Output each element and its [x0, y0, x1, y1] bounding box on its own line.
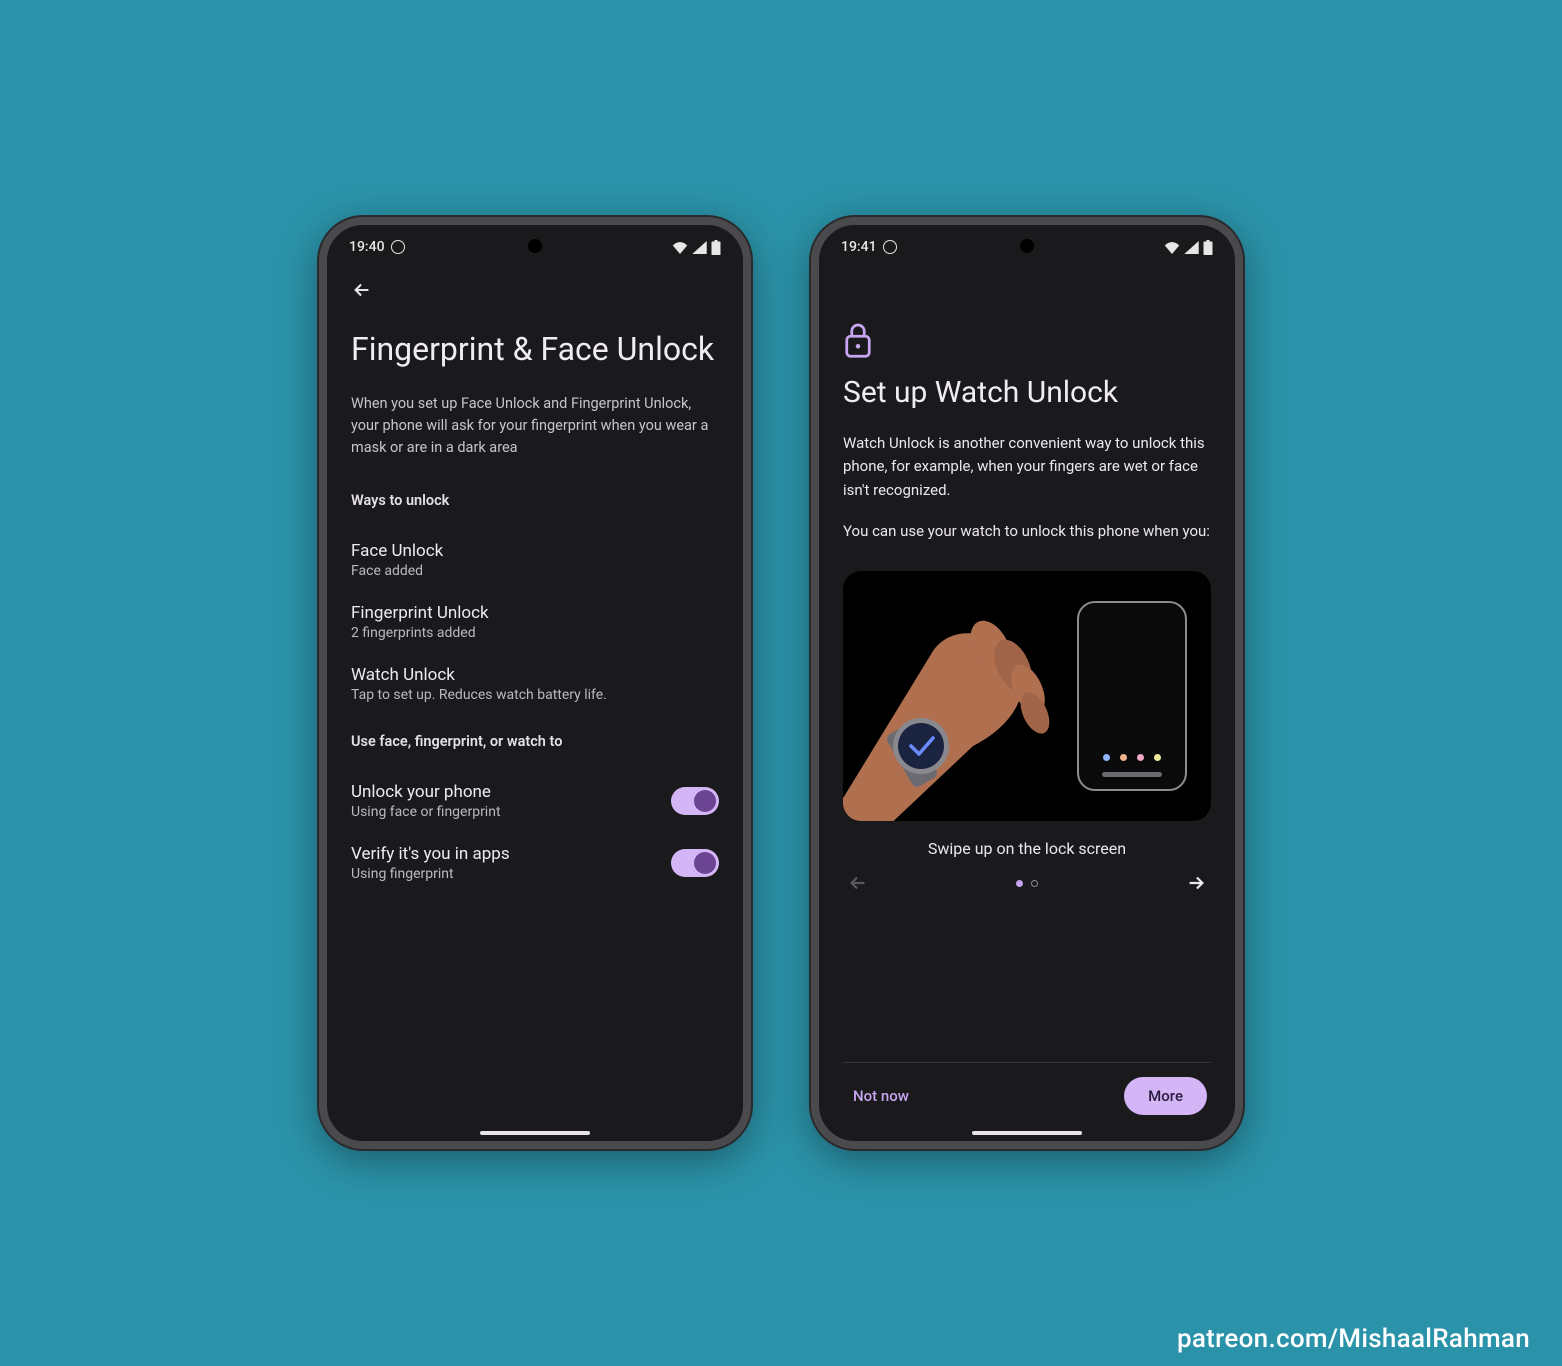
body-paragraph-1: Watch Unlock is another convenient way t… — [843, 432, 1211, 502]
toggle-unlock-phone[interactable] — [671, 787, 719, 815]
pager — [843, 872, 1211, 894]
status-time: 19:41 — [841, 239, 877, 255]
row-sublabel: Using face or fingerprint — [351, 804, 501, 820]
arrow-next-icon[interactable] — [1185, 872, 1207, 894]
illustration-watch-unlock — [843, 571, 1211, 821]
pager-dots — [1016, 880, 1038, 887]
row-fingerprint-unlock[interactable]: Fingerprint Unlock 2 fingerprints added — [351, 591, 719, 653]
camera-notch — [1020, 239, 1034, 253]
pager-dot — [1031, 880, 1038, 887]
illustration-caption: Swipe up on the lock screen — [843, 839, 1211, 858]
more-button[interactable]: More — [1124, 1077, 1207, 1115]
body-paragraph-2: You can use your watch to unlock this ph… — [843, 520, 1211, 543]
row-sublabel: Tap to set up. Reduces watch battery lif… — [351, 687, 607, 703]
not-now-button[interactable]: Not now — [847, 1077, 915, 1115]
lock-icon — [843, 321, 873, 359]
row-sublabel: 2 fingerprints added — [351, 625, 489, 641]
row-label: Fingerprint Unlock — [351, 603, 489, 623]
illustration-phone — [1077, 601, 1187, 791]
battery-icon — [711, 240, 721, 255]
phone-left: 19:40 Fingerprint & Face Unlock When you… — [319, 217, 751, 1149]
notification-icon — [391, 240, 405, 254]
section-use-to: Use face, fingerprint, or watch to — [351, 733, 719, 750]
row-label: Unlock your phone — [351, 782, 501, 802]
notification-icon — [883, 240, 897, 254]
row-sublabel: Using fingerprint — [351, 866, 510, 882]
wifi-icon — [1164, 241, 1180, 254]
row-unlock-your-phone[interactable]: Unlock your phone Using face or fingerpr… — [351, 770, 719, 832]
page-subtitle: When you set up Face Unlock and Fingerpr… — [351, 393, 719, 458]
arrow-prev-icon[interactable] — [847, 872, 869, 894]
battery-icon — [1203, 240, 1213, 255]
page-title: Fingerprint & Face Unlock — [351, 329, 719, 369]
nav-bar-indicator — [480, 1131, 590, 1135]
status-time: 19:40 — [349, 239, 385, 255]
row-label: Verify it's you in apps — [351, 844, 510, 864]
page-title: Set up Watch Unlock — [843, 375, 1211, 410]
phone-right: 19:41 Set up Watch Unlock Watch Unlock i… — [811, 217, 1243, 1149]
section-ways-to-unlock: Ways to unlock — [351, 492, 719, 509]
toggle-verify-apps[interactable] — [671, 849, 719, 877]
row-label: Watch Unlock — [351, 665, 607, 685]
back-icon[interactable] — [351, 279, 373, 301]
signal-icon — [1184, 241, 1199, 254]
row-watch-unlock[interactable]: Watch Unlock Tap to set up. Reduces watc… — [351, 653, 719, 715]
signal-icon — [692, 241, 707, 254]
row-sublabel: Face added — [351, 563, 443, 579]
camera-notch — [528, 239, 542, 253]
row-verify-in-apps[interactable]: Verify it's you in apps Using fingerprin… — [351, 832, 719, 882]
watermark: patreon.com/MishaalRahman — [1177, 1324, 1530, 1354]
wifi-icon — [672, 241, 688, 254]
row-label: Face Unlock — [351, 541, 443, 561]
row-face-unlock[interactable]: Face Unlock Face added — [351, 529, 719, 591]
nav-bar-indicator — [972, 1131, 1082, 1135]
pager-dot-active — [1016, 880, 1023, 887]
